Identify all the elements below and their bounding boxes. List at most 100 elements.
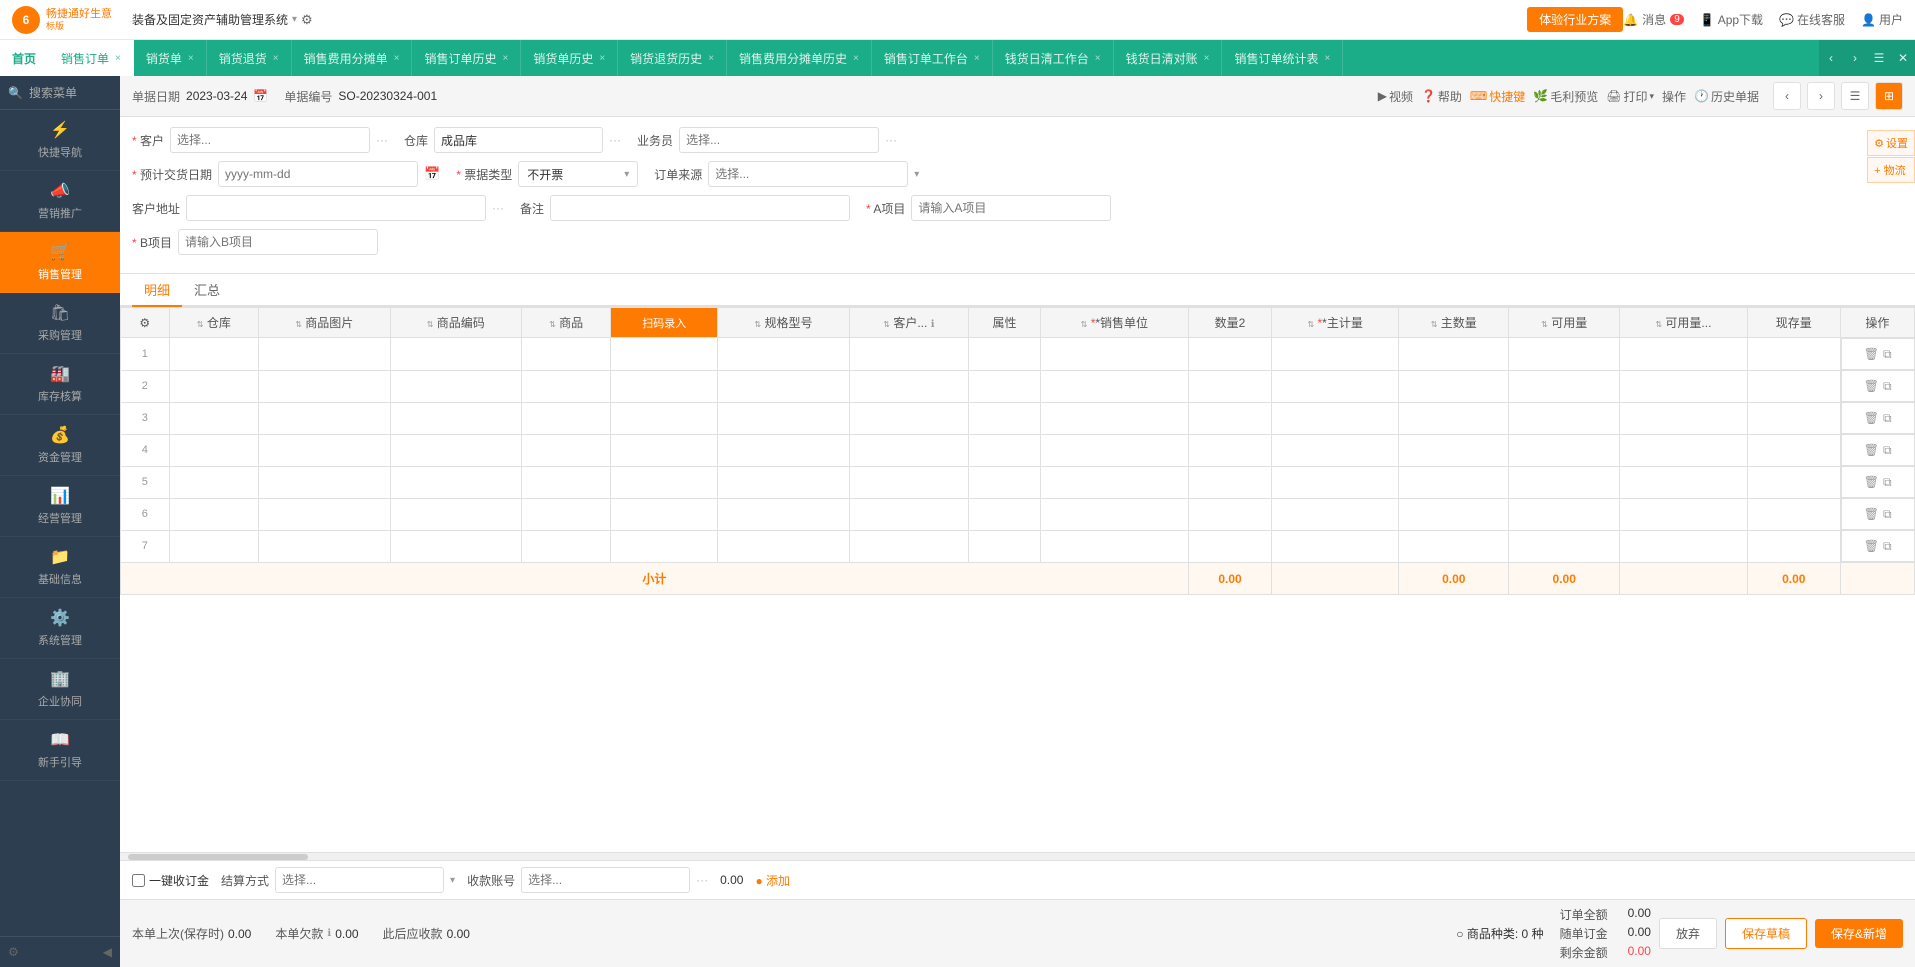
row-delete-icon[interactable]: 🗑 bbox=[1864, 443, 1879, 457]
collapse-icon[interactable]: ◀ bbox=[103, 945, 112, 959]
sidebar-item-inventory[interactable]: 🏭 库存核算 bbox=[0, 354, 120, 415]
sidebar-item-marketing[interactable]: 📣 营销推广 bbox=[0, 171, 120, 232]
row-delete-icon[interactable]: 🗑 bbox=[1864, 475, 1879, 489]
account-more-btn[interactable]: ··· bbox=[696, 873, 708, 887]
col-available[interactable]: ⇅ 可用量 bbox=[1509, 308, 1619, 338]
print-dropdown-icon[interactable]: ▾ bbox=[1649, 91, 1654, 102]
row-copy-icon[interactable]: ⧉ bbox=[1883, 347, 1892, 362]
col-customer-ref[interactable]: ⇅ 客户... ℹ bbox=[849, 308, 968, 338]
settings-small-icon[interactable]: ⚙ bbox=[8, 945, 19, 959]
operate-link[interactable]: 操作 bbox=[1662, 88, 1686, 105]
tab-return-history[interactable]: 销货退货历史 × bbox=[618, 40, 727, 76]
tab-order-history[interactable]: 销售订单历史 × bbox=[412, 40, 521, 76]
row-copy-icon[interactable]: ⧉ bbox=[1883, 443, 1892, 458]
row-copy-icon[interactable]: ⧉ bbox=[1883, 379, 1892, 394]
warehouse-more-btn[interactable]: ··· bbox=[609, 133, 621, 147]
sidebar-item-purchase[interactable]: 🛍 采购管理 bbox=[0, 293, 120, 354]
tab-goods-history[interactable]: 销货单历史 × bbox=[521, 40, 618, 76]
nav-next-btn[interactable]: › bbox=[1843, 40, 1867, 76]
list-view-btn[interactable]: ☰ bbox=[1841, 82, 1869, 110]
payment-dropdown-icon[interactable]: ▾ bbox=[450, 875, 455, 886]
row-delete-icon[interactable]: 🗑 bbox=[1864, 411, 1879, 425]
row-delete-icon[interactable]: 🗑 bbox=[1864, 539, 1879, 553]
user-menu[interactable]: 👤 用户 bbox=[1861, 11, 1903, 28]
salesperson-input[interactable] bbox=[679, 127, 879, 153]
tab-sales-stats[interactable]: 销售订单统计表 × bbox=[1222, 40, 1343, 76]
payment-method-input[interactable] bbox=[275, 867, 444, 893]
col-qty2[interactable]: 数量2 bbox=[1188, 308, 1272, 338]
invoice-dropdown-icon[interactable]: ▾ bbox=[624, 169, 629, 180]
warehouse-input[interactable] bbox=[434, 127, 603, 153]
tab-cash-workbench[interactable]: 钱货日清工作台 × bbox=[993, 40, 1114, 76]
b-project-input[interactable] bbox=[178, 229, 378, 255]
address-input[interactable] bbox=[186, 195, 486, 221]
tab-sales-fee[interactable]: 销售费用分摊单 × bbox=[292, 40, 413, 76]
col-product[interactable]: ⇅ 商品 bbox=[521, 308, 610, 338]
close-icon[interactable]: × bbox=[708, 53, 714, 64]
settings-side-btn[interactable]: ⚙ 设置 bbox=[1867, 130, 1915, 156]
profit-link[interactable]: 🌿 毛利预览 bbox=[1533, 88, 1598, 105]
app-download-link[interactable]: 📱 App下载 bbox=[1700, 11, 1763, 28]
prev-record-btn[interactable]: ‹ bbox=[1773, 82, 1801, 110]
h-scrollbar[interactable] bbox=[120, 852, 1915, 860]
view-link[interactable]: ▶ 视频 bbox=[1378, 88, 1413, 105]
tab-sales-goods[interactable]: 销货单 × bbox=[134, 40, 207, 76]
nav-close-all-btn[interactable]: ✕ bbox=[1891, 40, 1915, 76]
row-delete-icon[interactable]: 🗑 bbox=[1864, 379, 1879, 393]
col-attribute[interactable]: 属性 bbox=[969, 308, 1041, 338]
close-icon[interactable]: × bbox=[273, 53, 279, 64]
order-source-input[interactable] bbox=[708, 161, 908, 187]
notification-area[interactable]: 🔔 消息 9 bbox=[1623, 11, 1684, 28]
help-link[interactable]: ❓ 帮助 bbox=[1421, 88, 1462, 105]
col-current-stock[interactable]: 现存量 bbox=[1747, 308, 1840, 338]
auto-collect-checkbox[interactable]: 一键收订金 bbox=[132, 872, 209, 889]
tab-home[interactable]: 首页 bbox=[0, 40, 49, 76]
add-btn[interactable]: ● 添加 bbox=[755, 872, 790, 889]
tab-summary[interactable]: 汇总 bbox=[182, 274, 232, 305]
close-icon[interactable]: × bbox=[1095, 53, 1101, 64]
close-icon[interactable]: × bbox=[599, 53, 605, 64]
row-copy-icon[interactable]: ⧉ bbox=[1883, 539, 1892, 554]
close-icon[interactable]: × bbox=[853, 53, 859, 64]
sidebar-item-operations[interactable]: 📊 经营管理 bbox=[0, 476, 120, 537]
next-record-btn[interactable]: › bbox=[1807, 82, 1835, 110]
save-draft-btn[interactable]: 保存草稿 bbox=[1725, 918, 1807, 949]
delivery-input[interactable] bbox=[218, 161, 418, 187]
order-source-dropdown-icon[interactable]: ▾ bbox=[914, 169, 919, 180]
industry-btn[interactable]: 体验行业方案 bbox=[1527, 7, 1623, 32]
row-delete-icon[interactable]: 🗑 bbox=[1864, 507, 1879, 521]
history-link[interactable]: 🕐 历史单据 bbox=[1694, 88, 1759, 105]
account-input[interactable] bbox=[521, 867, 690, 893]
dropdown-arrow-icon[interactable]: ▾ bbox=[292, 14, 297, 25]
tab-sales-return[interactable]: 销货退货 × bbox=[207, 40, 292, 76]
col-settings[interactable]: ⚙ bbox=[121, 308, 170, 338]
nav-more-btn[interactable]: ☰ bbox=[1867, 40, 1891, 76]
row-delete-icon[interactable]: 🗑 bbox=[1864, 347, 1879, 361]
close-icon[interactable]: × bbox=[188, 53, 194, 64]
address-more-btn[interactable]: ··· bbox=[492, 201, 504, 215]
sidebar-item-capital[interactable]: 💰 资金管理 bbox=[0, 415, 120, 476]
tab-cash-reconcile[interactable]: 钱货日清对账 × bbox=[1114, 40, 1223, 76]
close-icon[interactable]: × bbox=[394, 53, 400, 64]
a-project-input[interactable] bbox=[911, 195, 1111, 221]
remark-input[interactable] bbox=[550, 195, 850, 221]
calendar-delivery-icon[interactable]: 📅 bbox=[424, 166, 440, 182]
col-sales-unit[interactable]: ⇅ **销售单位 bbox=[1040, 308, 1188, 338]
sidebar-item-basic-info[interactable]: 📁 基础信息 bbox=[0, 537, 120, 598]
online-service-link[interactable]: 💬 在线客服 bbox=[1779, 11, 1845, 28]
close-icon[interactable]: × bbox=[974, 53, 980, 64]
customer-more-btn[interactable]: ··· bbox=[376, 133, 388, 147]
nav-prev-btn[interactable]: ‹ bbox=[1819, 40, 1843, 76]
auto-collect-input[interactable] bbox=[132, 874, 145, 887]
row-copy-icon[interactable]: ⧉ bbox=[1883, 507, 1892, 522]
col-main-qty[interactable]: ⇅ 主数量 bbox=[1399, 308, 1509, 338]
tab-detail[interactable]: 明细 bbox=[132, 274, 182, 307]
row-copy-icon[interactable]: ⧉ bbox=[1883, 475, 1892, 490]
print-link[interactable]: 🖨 打印 ▾ bbox=[1606, 88, 1654, 105]
shortcut-link[interactable]: ⌨ 快捷键 bbox=[1470, 88, 1525, 105]
grid-view-btn[interactable]: ⊞ bbox=[1875, 82, 1903, 110]
calendar-icon[interactable]: 📅 bbox=[253, 89, 268, 103]
col-warehouse[interactable]: ⇅ 仓库 bbox=[169, 308, 258, 338]
col-available2[interactable]: ⇅ 可用量... bbox=[1619, 308, 1747, 338]
sidebar-item-guide[interactable]: 📖 新手引导 bbox=[0, 720, 120, 781]
